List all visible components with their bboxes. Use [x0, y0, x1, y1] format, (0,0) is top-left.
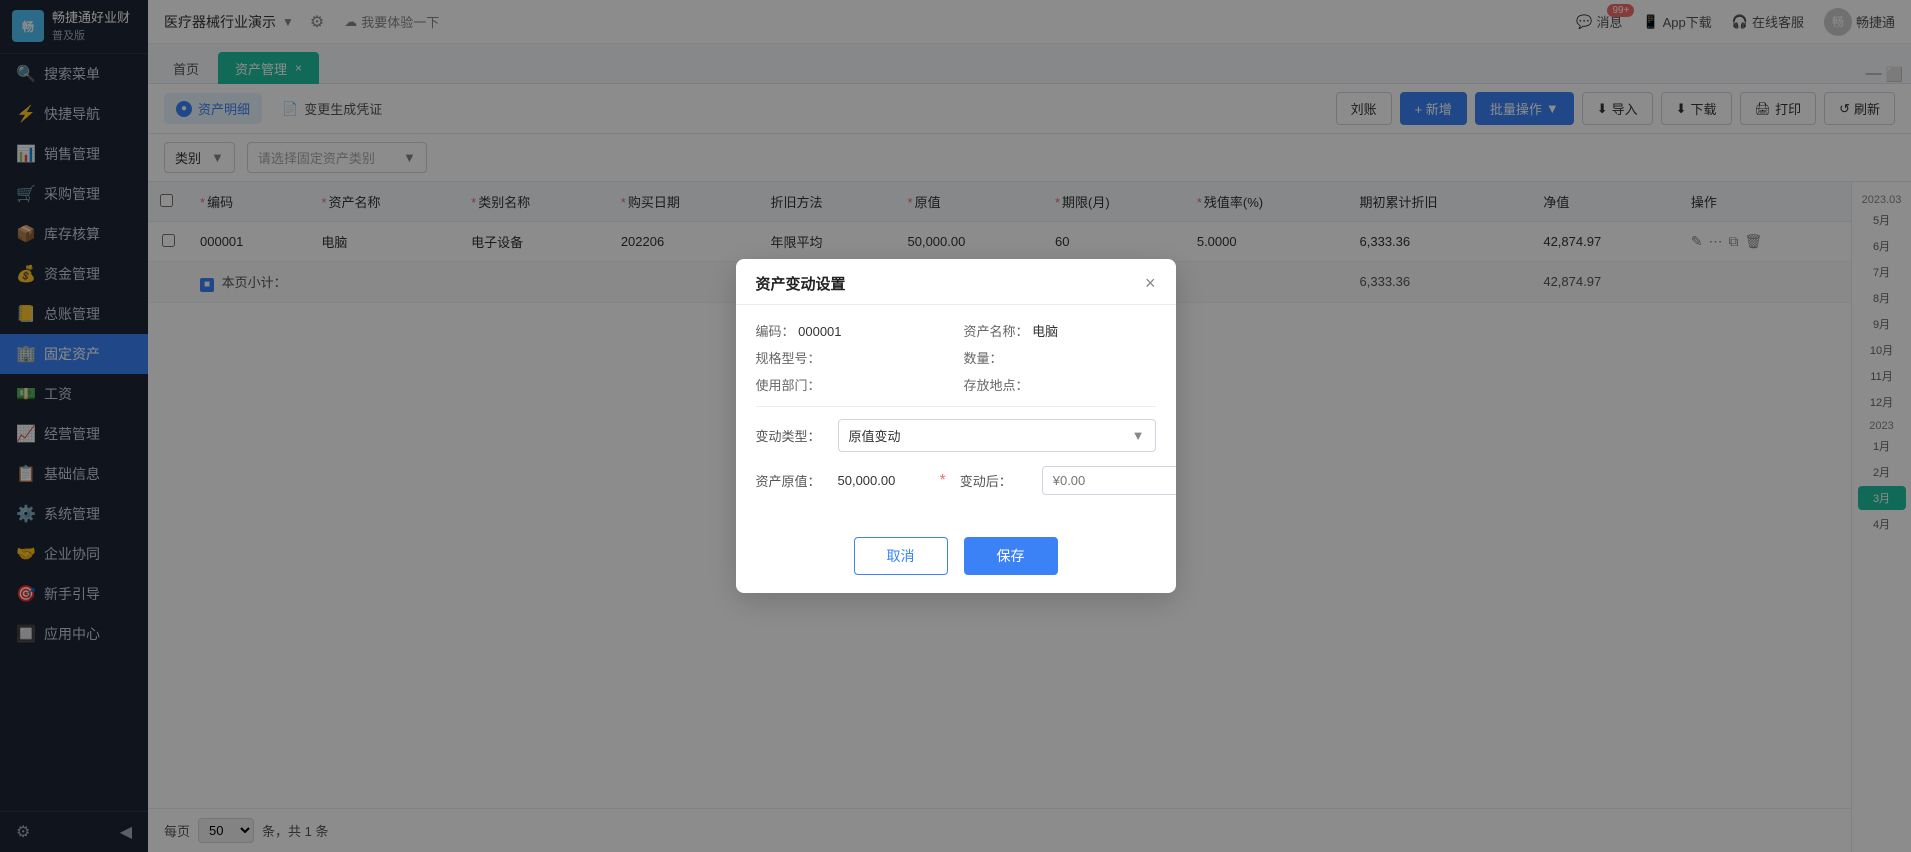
dialog-info-grid: 编码： 000001 资产名称： 电脑 规格型号： 数量： 使用部门： [756, 321, 1156, 394]
code-label: 编码： [756, 324, 795, 339]
change-type-select[interactable]: 原值变动 ▼ [838, 419, 1156, 452]
save-label: 保存 [997, 548, 1025, 564]
asset-value-display: 50,000.00 [838, 473, 928, 488]
required-star: * [940, 472, 946, 490]
change-type-value: 原值变动 [849, 426, 901, 445]
dialog-dept: 使用部门： [756, 375, 948, 394]
asset-value-row: 资产原值： 50,000.00 * 变动后： [756, 466, 1156, 495]
cancel-label: 取消 [887, 548, 915, 564]
location-label: 存放地点： [964, 378, 1029, 393]
dialog-code: 编码： 000001 [756, 321, 948, 340]
dialog-divider [756, 406, 1156, 407]
dialog-header: 资产变动设置 × [736, 259, 1176, 305]
code-value: 000001 [798, 324, 841, 339]
dept-label: 使用部门： [756, 378, 821, 393]
dialog-spec: 规格型号： [756, 348, 948, 367]
asset-change-dialog: 资产变动设置 × 编码： 000001 资产名称： 电脑 规格型号： 数量： [736, 259, 1176, 593]
dialog-location: 存放地点： [964, 375, 1156, 394]
change-type-chevron-icon: ▼ [1132, 428, 1145, 443]
modal-overlay[interactable]: 资产变动设置 × 编码： 000001 资产名称： 电脑 规格型号： 数量： [0, 0, 1911, 852]
dialog-footer: 取消 保存 [736, 525, 1176, 593]
cancel-button[interactable]: 取消 [854, 537, 948, 575]
spec-label: 规格型号： [756, 351, 821, 366]
after-change-input[interactable] [1042, 466, 1176, 495]
asset-name-value: 电脑 [1032, 324, 1058, 339]
dialog-quantity: 数量： [964, 348, 1156, 367]
save-button[interactable]: 保存 [964, 537, 1058, 575]
change-type-row: 变动类型： 原值变动 ▼ [756, 419, 1156, 452]
asset-value-label: 资产原值： [756, 471, 826, 490]
asset-name-label-d: 资产名称： [964, 324, 1029, 339]
dialog-body: 编码： 000001 资产名称： 电脑 规格型号： 数量： 使用部门： [736, 305, 1176, 525]
change-type-label: 变动类型： [756, 426, 826, 445]
dialog-close-icon[interactable]: × [1145, 273, 1156, 294]
after-change-label: 变动后： [960, 471, 1030, 490]
dialog-title: 资产变动设置 [756, 273, 846, 294]
dialog-asset-name: 资产名称： 电脑 [964, 321, 1156, 340]
quantity-label: 数量： [964, 351, 1003, 366]
